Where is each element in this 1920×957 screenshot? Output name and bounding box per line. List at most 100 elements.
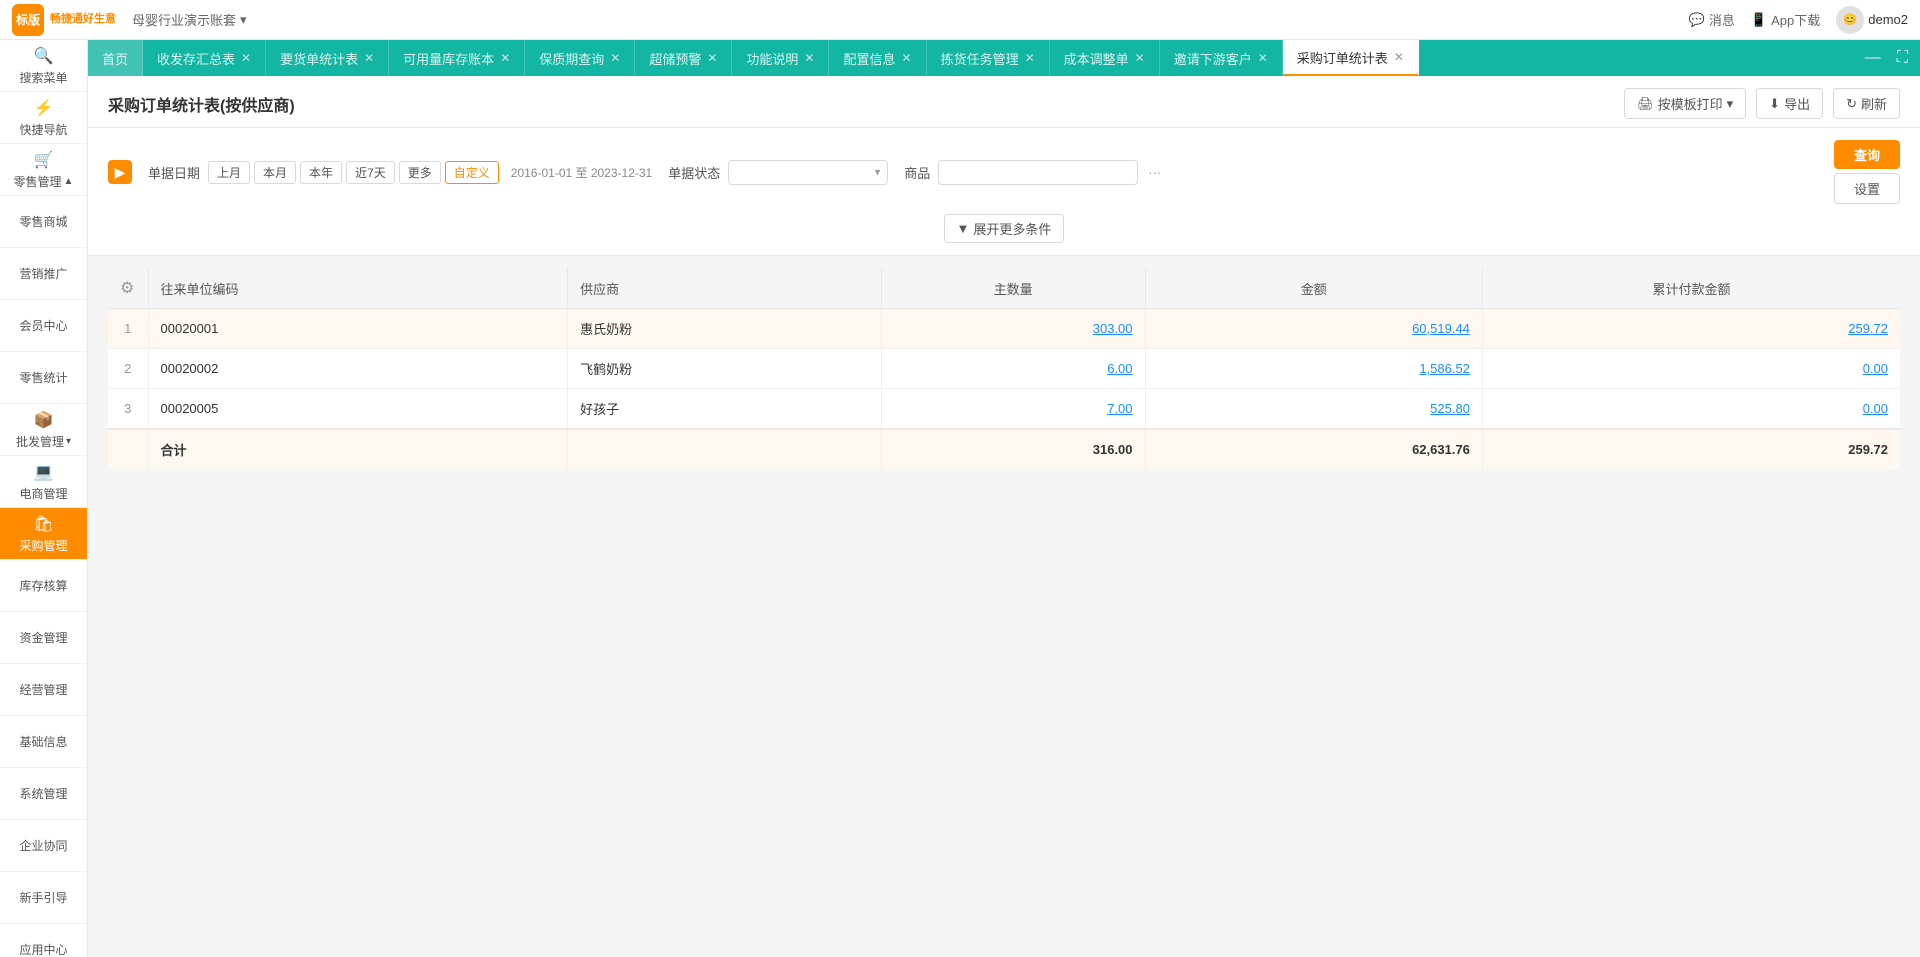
product-more-icon[interactable]: ··· (1148, 165, 1161, 180)
tab-chengbentiaoz-close[interactable]: ✕ (1135, 51, 1145, 65)
footer-paid: 259.72 (1482, 429, 1900, 469)
store-selector[interactable]: 母婴行业演示账套 ▾ (124, 6, 255, 33)
sidebar-item-finance[interactable]: 资金管理 (0, 612, 87, 664)
row-3-quantity[interactable]: 7.00 (881, 389, 1145, 430)
filter-date-label: 单据日期 (148, 163, 200, 182)
tab-yaoqingxiayou[interactable]: 邀请下游客户 ✕ (1160, 40, 1283, 76)
filter-product-item: 商品 ··· (904, 160, 1161, 185)
tab-caigoutongjibiao-close[interactable]: ✕ (1394, 50, 1404, 64)
filter-expand-row: ▼ 展开更多条件 (108, 214, 1900, 243)
row-3-paid-link[interactable]: 0.00 (1863, 401, 1888, 416)
row-3-paid[interactable]: 0.00 (1482, 389, 1900, 430)
more-date-btn[interactable]: 更多 (399, 161, 441, 184)
row-3-amount-link[interactable]: 525.80 (1430, 401, 1470, 416)
row-2-amount[interactable]: 1,586.52 (1145, 349, 1482, 389)
sidebar-item-system[interactable]: 系统管理 (0, 768, 87, 820)
page-header-actions: 🖨 按模板打印 ▾ ⬇ 导出 ↻ 刷新 (1624, 88, 1900, 119)
sidebar-item-newguide[interactable]: 新手引导 (0, 872, 87, 924)
tab-shoufayihui[interactable]: 收发存汇总表 ✕ (143, 40, 266, 76)
sidebar-item-collab[interactable]: 企业协同 (0, 820, 87, 872)
sidebar-item-operations[interactable]: 经营管理 (0, 664, 87, 716)
row-1-quantity-link[interactable]: 303.00 (1093, 321, 1133, 336)
sidebar-item-appcenter[interactable]: 应用中心 (0, 924, 87, 957)
sidebar-item-inventory[interactable]: 库存核算 (0, 560, 87, 612)
tab-peizhi[interactable]: 配置信息 ✕ (829, 40, 926, 76)
this-year-btn[interactable]: 本年 (300, 161, 342, 184)
row-1-amount[interactable]: 60,519.44 (1145, 309, 1482, 349)
table-footer: 合计 316.00 62,631.76 259.72 (108, 429, 1900, 469)
refresh-button[interactable]: ↻ 刷新 (1833, 88, 1900, 119)
tab-baozhiqi-close[interactable]: ✕ (610, 51, 620, 65)
print-button[interactable]: 🖨 按模板打印 ▾ (1624, 88, 1746, 119)
product-input[interactable] (938, 160, 1138, 185)
message-action[interactable]: 💬 消息 (1689, 10, 1735, 29)
row-1-amount-link[interactable]: 60,519.44 (1412, 321, 1470, 336)
tab-gongnengshuo[interactable]: 功能说明 ✕ (732, 40, 829, 76)
row-2-quantity-link[interactable]: 6.00 (1107, 361, 1132, 376)
tab-keyongliang[interactable]: 可用量库存账本 ✕ (389, 40, 525, 76)
row-3-supplier: 好孩子 (568, 389, 882, 430)
tab-chaochuyujing-close[interactable]: ✕ (707, 51, 717, 65)
tab-paihuorenwu[interactable]: 拣货任务管理 ✕ (927, 40, 1050, 76)
settings-button[interactable]: 设置 (1834, 173, 1900, 204)
row-1-paid[interactable]: 259.72 (1482, 309, 1900, 349)
tab-yaoqingxiayou-close[interactable]: ✕ (1258, 51, 1268, 65)
last-month-btn[interactable]: 上月 (208, 161, 250, 184)
row-1-quantity[interactable]: 303.00 (881, 309, 1145, 349)
row-2-paid-link[interactable]: 0.00 (1863, 361, 1888, 376)
table-settings-icon[interactable]: ⚙ (120, 280, 134, 297)
row-3-amount[interactable]: 525.80 (1145, 389, 1482, 430)
tab-caigoutongjibiao[interactable]: 采购订单统计表 ✕ (1283, 40, 1419, 76)
last7days-btn[interactable]: 近7天 (346, 161, 395, 184)
row-2-amount-link[interactable]: 1,586.52 (1419, 361, 1470, 376)
expand-icon: ▼ (957, 221, 970, 236)
tab-baozhiqi[interactable]: 保质期查询 ✕ (525, 40, 635, 76)
sidebar-item-retail[interactable]: 🛒 零售管理 ▲ (0, 144, 87, 196)
date-shortcuts: 上月 本月 本年 近7天 更多 自定义 (208, 161, 499, 184)
row-3-index: 3 (108, 389, 148, 430)
sidebar-item-purchase[interactable]: 🛍 采购管理 (0, 508, 87, 560)
export-button[interactable]: ⬇ 导出 (1756, 88, 1823, 119)
status-select[interactable] (728, 160, 888, 185)
this-month-btn[interactable]: 本月 (254, 161, 296, 184)
sidebar-item-quicknav[interactable]: ⚡ 快捷导航 (0, 92, 87, 144)
tab-gongnengshuo-close[interactable]: ✕ (804, 51, 814, 65)
tab-chaochuyujing[interactable]: 超储预警 ✕ (635, 40, 732, 76)
filter-toggle-button[interactable]: ▶ (108, 160, 132, 184)
tab-home[interactable]: 首页 (88, 40, 143, 76)
sidebar-item-wholesale[interactable]: 📦 批发管理 ▾ (0, 404, 87, 456)
tab-yaohuo-close[interactable]: ✕ (364, 51, 374, 65)
tab-peizhi-close[interactable]: ✕ (902, 51, 912, 65)
tab-paihuorenwu-close[interactable]: ✕ (1025, 51, 1035, 65)
tab-chengbentiaoz[interactable]: 成本调整单 ✕ (1050, 40, 1160, 76)
tab-keyongliang-close[interactable]: ✕ (500, 51, 510, 65)
user-info[interactable]: 😊 demo2 (1836, 6, 1908, 34)
th-quantity: 主数量 (881, 268, 1145, 309)
row-1-paid-link[interactable]: 259.72 (1848, 321, 1888, 336)
query-button[interactable]: 查询 (1834, 140, 1900, 169)
sidebar-item-retail-mall[interactable]: 零售商城 (0, 196, 87, 248)
sidebar-item-marketing[interactable]: 营销推广 (0, 248, 87, 300)
tab-caigoutongjibiao-label: 采购订单统计表 (1297, 48, 1388, 67)
sidebar-item-ecommerce[interactable]: 💻 电商管理 (0, 456, 87, 508)
tab-minimize-btn[interactable]: — (1861, 45, 1885, 71)
tab-shoufayihui-close[interactable]: ✕ (241, 51, 251, 65)
sidebar-item-retail-stats[interactable]: 零售统计 (0, 352, 87, 404)
sidebar-item-members[interactable]: 会员中心 (0, 300, 87, 352)
sidebar-item-retail-mall-label: 零售商城 (19, 213, 67, 230)
tab-yaohuo[interactable]: 要货单统计表 ✕ (266, 40, 389, 76)
row-3-quantity-link[interactable]: 7.00 (1107, 401, 1132, 416)
th-code: 往来单位编码 (148, 268, 568, 309)
sidebar-item-basic[interactable]: 基础信息 (0, 716, 87, 768)
custom-date-btn[interactable]: 自定义 (445, 161, 499, 184)
row-2-quantity[interactable]: 6.00 (881, 349, 1145, 389)
wholesale-expand-icon: ▾ (66, 436, 71, 447)
expand-more-btn[interactable]: ▼ 展开更多条件 (944, 214, 1065, 243)
app-download-action[interactable]: 📱 App下载 (1751, 10, 1820, 29)
sidebar-item-retail-stats-label: 零售统计 (19, 369, 67, 386)
row-2-code: 00020002 (148, 349, 568, 389)
row-2-paid[interactable]: 0.00 (1482, 349, 1900, 389)
tab-maximize-btn[interactable]: ⛶ (1893, 45, 1912, 71)
quicknav-icon: ⚡ (34, 98, 54, 118)
sidebar-item-search[interactable]: 🔍 搜索菜单 (0, 40, 87, 92)
